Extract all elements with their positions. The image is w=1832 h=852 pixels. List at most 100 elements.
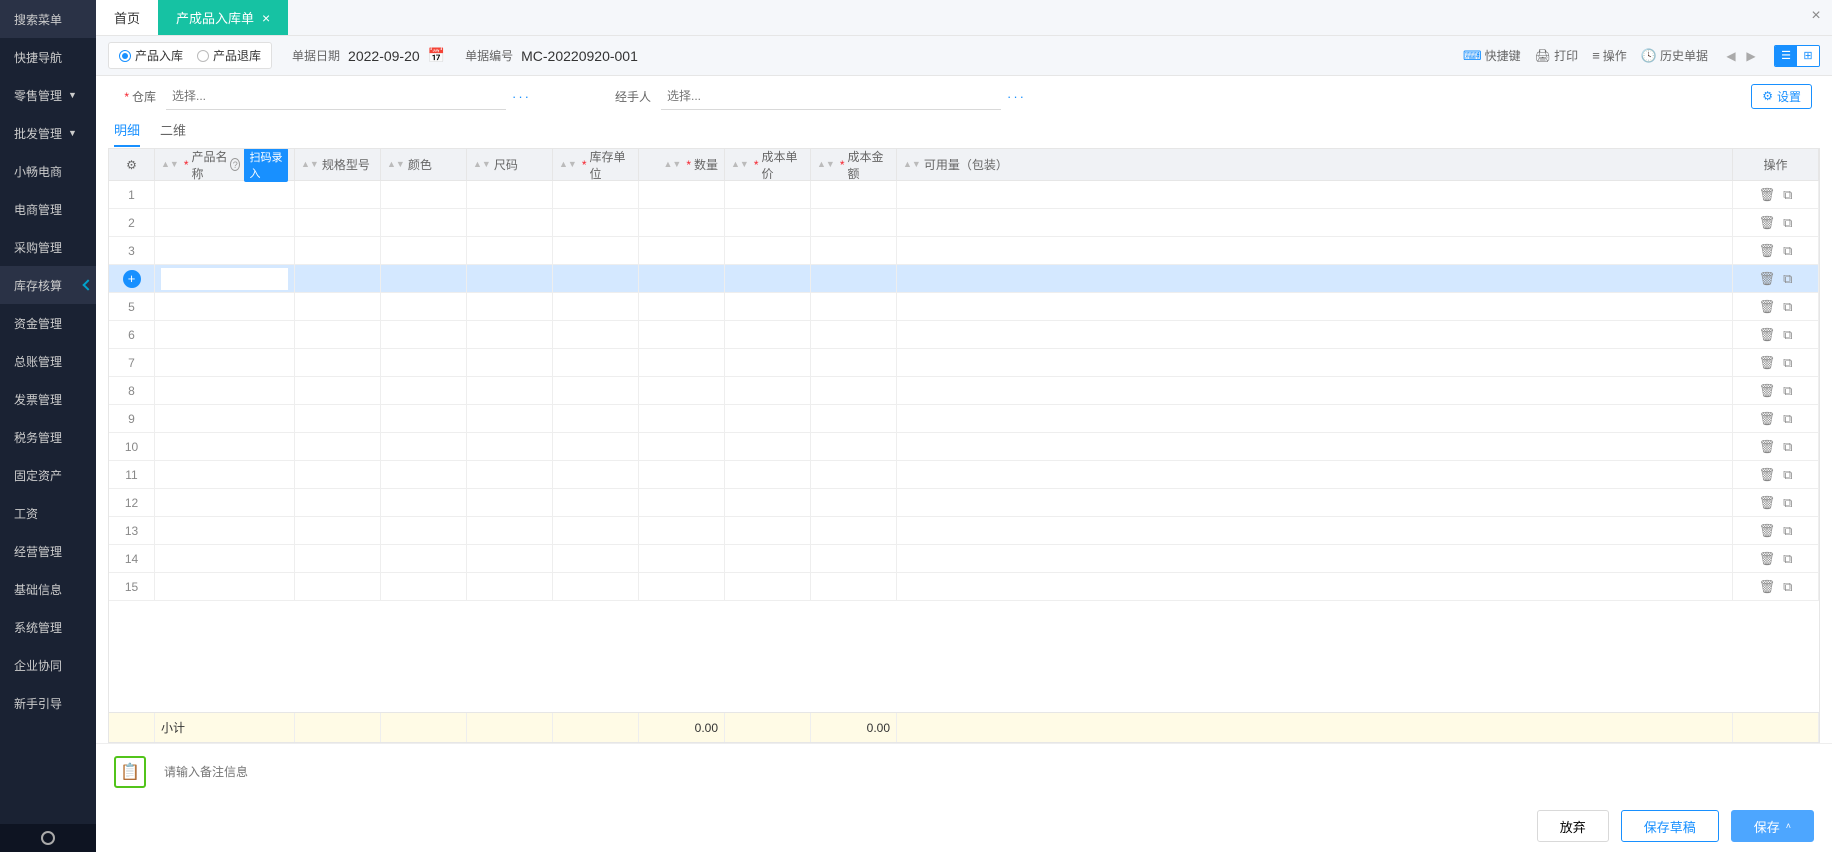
delete-icon[interactable]: 🗑 <box>1759 523 1776 539</box>
sidebar-item-18[interactable]: 新手引导 <box>0 684 96 722</box>
sidebar-item-14[interactable]: 经营管理 <box>0 532 96 570</box>
table-row[interactable]: 11🗑⧉ <box>109 461 1819 489</box>
calendar-icon[interactable]: 📅 <box>428 47 445 64</box>
col-available[interactable]: ▲▼可用量（包装） <box>897 149 1733 180</box>
discard-button[interactable]: 放弃 <box>1537 810 1609 842</box>
copy-icon[interactable]: ⧉ <box>1783 299 1792 315</box>
close-icon[interactable]: × <box>262 10 270 26</box>
copy-icon[interactable]: ⧉ <box>1783 187 1792 203</box>
copy-icon[interactable]: ⧉ <box>1783 439 1792 455</box>
warehouse-input[interactable] <box>166 82 506 110</box>
col-color[interactable]: ▲▼颜色 <box>381 149 467 180</box>
sidebar-item-7[interactable]: 库存核算 <box>0 266 96 304</box>
sidebar-item-15[interactable]: 基础信息 <box>0 570 96 608</box>
handler-input[interactable] <box>661 82 1001 110</box>
copy-icon[interactable]: ⧉ <box>1783 551 1792 567</box>
copy-icon[interactable]: ⧉ <box>1783 523 1792 539</box>
sidebar-item-17[interactable]: 企业协同 <box>0 646 96 684</box>
tab-active[interactable]: 产成品入库单 × <box>158 0 288 35</box>
delete-icon[interactable]: 🗑 <box>1759 187 1776 203</box>
table-row[interactable]: 12🗑⧉ <box>109 489 1819 517</box>
scan-badge[interactable]: 扫码录入 <box>244 148 288 182</box>
delete-icon[interactable]: 🗑 <box>1759 551 1776 567</box>
copy-icon[interactable]: ⧉ <box>1783 411 1792 427</box>
delete-icon[interactable]: 🗑 <box>1759 411 1776 427</box>
sidebar-item-16[interactable]: 系统管理 <box>0 608 96 646</box>
col-size[interactable]: ▲▼尺码 <box>467 149 553 180</box>
copy-icon[interactable]: ⧉ <box>1783 495 1792 511</box>
view-list[interactable]: ☰ <box>1775 46 1797 66</box>
delete-icon[interactable]: 🗑 <box>1759 327 1776 343</box>
table-row[interactable]: 10🗑⧉ <box>109 433 1819 461</box>
copy-icon[interactable]: ⧉ <box>1783 215 1792 231</box>
col-gear[interactable]: ⚙ <box>109 149 155 180</box>
remarks-input[interactable] <box>164 765 1814 779</box>
sidebar-item-8[interactable]: 资金管理 <box>0 304 96 342</box>
copy-icon[interactable]: ⧉ <box>1783 467 1792 483</box>
nav-next[interactable]: ▶ <box>1742 45 1760 67</box>
delete-icon[interactable]: 🗑 <box>1759 467 1776 483</box>
warehouse-more[interactable]: ··· <box>512 89 531 104</box>
sidebar-item-6[interactable]: 采购管理 <box>0 228 96 266</box>
delete-icon[interactable]: 🗑 <box>1759 383 1776 399</box>
sidebar-item-0[interactable]: 搜索菜单 <box>0 0 96 38</box>
handler-more[interactable]: ··· <box>1007 89 1026 104</box>
copy-icon[interactable]: ⧉ <box>1783 243 1792 259</box>
settings-button[interactable]: ⚙ 设置 <box>1751 84 1812 109</box>
delete-icon[interactable]: 🗑 <box>1759 439 1776 455</box>
col-product[interactable]: ▲▼ *产品名称 ? 扫码录入 <box>155 149 295 180</box>
tabs-close-all[interactable]: × <box>1806 6 1826 26</box>
sidebar-settings[interactable] <box>0 824 96 852</box>
radio-product-in[interactable]: 产品入库 <box>119 47 183 64</box>
sidebar-item-9[interactable]: 总账管理 <box>0 342 96 380</box>
copy-icon[interactable]: ⧉ <box>1783 579 1792 595</box>
col-cost-amount[interactable]: ▲▼*成本金额 <box>811 149 897 180</box>
table-row[interactable]: 5🗑⧉ <box>109 293 1819 321</box>
sidebar-item-4[interactable]: 小畅电商 <box>0 152 96 190</box>
save-button[interactable]: 保存 ˄ <box>1731 810 1814 842</box>
product-cell-input[interactable] <box>161 268 288 290</box>
table-row[interactable]: 9🗑⧉ <box>109 405 1819 433</box>
sidebar-item-3[interactable]: 批发管理▼ <box>0 114 96 152</box>
table-row[interactable]: 14🗑⧉ <box>109 545 1819 573</box>
tab-detail[interactable]: 明细 <box>114 120 140 147</box>
delete-icon[interactable]: 🗑 <box>1759 299 1776 315</box>
add-row-button[interactable]: + <box>123 270 141 288</box>
copy-icon[interactable]: ⧉ <box>1783 271 1792 287</box>
operate-button[interactable]: ≡ 操作 <box>1592 47 1627 64</box>
sidebar-item-1[interactable]: 快捷导航 <box>0 38 96 76</box>
table-row[interactable]: 7🗑⧉ <box>109 349 1819 377</box>
print-button[interactable]: 🖨 打印 <box>1535 47 1579 64</box>
table-row[interactable]: 2🗑⧉ <box>109 209 1819 237</box>
delete-icon[interactable]: 🗑 <box>1759 355 1776 371</box>
table-row[interactable]: 15🗑⧉ <box>109 573 1819 601</box>
table-row[interactable]: 1🗑⧉ <box>109 181 1819 209</box>
history-button[interactable]: 🕓 历史单据 <box>1641 47 1708 64</box>
tab-home[interactable]: 首页 <box>96 0 158 35</box>
nav-prev[interactable]: ◀ <box>1722 45 1740 67</box>
col-cost-price[interactable]: ▲▼*成本单价 <box>725 149 811 180</box>
col-spec[interactable]: ▲▼规格型号 <box>295 149 381 180</box>
sidebar-item-11[interactable]: 税务管理 <box>0 418 96 456</box>
col-qty[interactable]: ▲▼*数量 <box>639 149 725 180</box>
copy-icon[interactable]: ⧉ <box>1783 383 1792 399</box>
delete-icon[interactable]: 🗑 <box>1759 495 1776 511</box>
delete-icon[interactable]: 🗑 <box>1759 215 1776 231</box>
table-row[interactable]: 13🗑⧉ <box>109 517 1819 545</box>
delete-icon[interactable]: 🗑 <box>1759 271 1776 287</box>
delete-icon[interactable]: 🗑 <box>1759 579 1776 595</box>
tab-two-dim[interactable]: 二维 <box>160 120 186 147</box>
sidebar-item-13[interactable]: 工资 <box>0 494 96 532</box>
sidebar-item-12[interactable]: 固定资产 <box>0 456 96 494</box>
shortcut-button[interactable]: ⌨ 快捷键 <box>1463 47 1521 64</box>
date-value[interactable]: 2022-09-20 <box>348 48 420 64</box>
copy-icon[interactable]: ⧉ <box>1783 327 1792 343</box>
table-row[interactable]: 3🗑⧉ <box>109 237 1819 265</box>
sidebar-item-5[interactable]: 电商管理 <box>0 190 96 228</box>
radio-product-out[interactable]: 产品退库 <box>197 47 261 64</box>
copy-icon[interactable]: ⧉ <box>1783 355 1792 371</box>
table-row[interactable]: 8🗑⧉ <box>109 377 1819 405</box>
sidebar-item-10[interactable]: 发票管理 <box>0 380 96 418</box>
save-draft-button[interactable]: 保存草稿 <box>1621 810 1719 842</box>
table-row[interactable]: 6🗑⧉ <box>109 321 1819 349</box>
